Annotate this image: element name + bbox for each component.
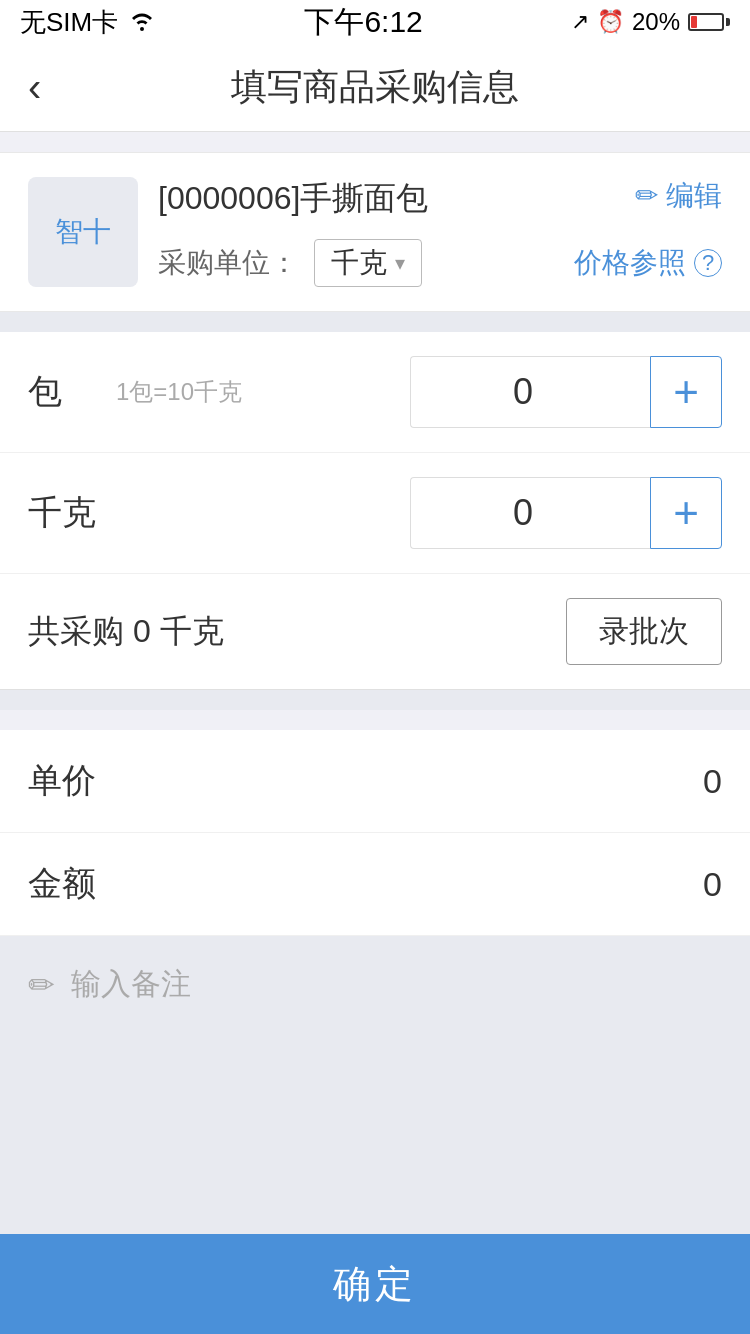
unit-select[interactable]: 千克 ▾ bbox=[314, 239, 422, 287]
amount-row: 金额 0 bbox=[0, 833, 750, 936]
qty-input-bao[interactable] bbox=[410, 356, 650, 428]
product-thumb-text: 智十 bbox=[55, 215, 111, 249]
unit-price-value: 0 bbox=[703, 762, 722, 801]
qty-plus-kg[interactable]: + bbox=[650, 477, 722, 549]
price-ref-link[interactable]: 价格参照 ? bbox=[574, 244, 722, 282]
status-left: 无SIM卡 bbox=[20, 5, 156, 40]
carrier-label: 无SIM卡 bbox=[20, 5, 118, 40]
price-ref-help-icon: ? bbox=[694, 249, 722, 277]
status-time: 下午6:12 bbox=[304, 2, 422, 43]
edit-button[interactable]: ✏ 编辑 bbox=[635, 177, 722, 215]
notes-icon: ✏ bbox=[28, 966, 55, 1004]
quantity-section: 包 1包=10千克 + 千克 + bbox=[0, 332, 750, 574]
back-button[interactable]: ‹ bbox=[28, 65, 41, 110]
page-title: 填写商品采购信息 bbox=[231, 63, 519, 112]
qty-input-kg[interactable] bbox=[410, 477, 650, 549]
quantity-row-kg: 千克 + bbox=[0, 453, 750, 574]
quantity-row-bao: 包 1包=10千克 + bbox=[0, 332, 750, 453]
unit-value: 千克 bbox=[331, 244, 387, 282]
qty-label-kg: 千克 bbox=[28, 490, 108, 536]
product-card: 智十 [0000006]手撕面包 采购单位： 千克 ▾ 价格参照 ? ✏ 编辑 bbox=[0, 152, 750, 312]
unit-price-label: 单价 bbox=[28, 758, 96, 804]
status-bar: 无SIM卡 下午6:12 ↗ ⏰ 20% bbox=[0, 0, 750, 44]
location-icon: ↗ bbox=[571, 9, 589, 35]
qty-input-group-bao: + bbox=[410, 356, 722, 428]
total-label: 共采购 0 千克 bbox=[28, 610, 224, 654]
alarm-icon: ⏰ bbox=[597, 9, 624, 35]
status-right: ↗ ⏰ 20% bbox=[571, 8, 730, 36]
price-ref-label: 价格参照 bbox=[574, 244, 686, 282]
qty-plus-bao[interactable]: + bbox=[650, 356, 722, 428]
product-thumbnail: 智十 bbox=[28, 177, 138, 287]
confirm-button[interactable]: 确定 bbox=[0, 1234, 750, 1334]
section-divider-2 bbox=[0, 690, 750, 710]
unit-price-row: 单价 0 bbox=[0, 730, 750, 833]
product-unit-row: 采购单位： 千克 ▾ 价格参照 ? bbox=[158, 239, 722, 287]
section-divider-1 bbox=[0, 312, 750, 332]
battery-pct-label: 20% bbox=[632, 8, 680, 36]
total-row: 共采购 0 千克 录批次 bbox=[0, 574, 750, 690]
notes-placeholder: 输入备注 bbox=[71, 964, 191, 1005]
amount-value: 0 bbox=[703, 865, 722, 904]
unit-arrow: ▾ bbox=[395, 251, 405, 275]
batch-button[interactable]: 录批次 bbox=[566, 598, 722, 665]
qty-sublabel-bao: 1包=10千克 bbox=[116, 376, 242, 408]
notes-section[interactable]: ✏ 输入备注 bbox=[0, 936, 750, 1033]
amount-label: 金额 bbox=[28, 861, 96, 907]
battery-icon bbox=[688, 13, 730, 31]
price-section: 单价 0 金额 0 bbox=[0, 730, 750, 936]
qty-input-group-kg: + bbox=[410, 477, 722, 549]
wifi-icon bbox=[128, 7, 156, 38]
qty-label-bao: 包 bbox=[28, 369, 108, 415]
nav-bar: ‹ 填写商品采购信息 bbox=[0, 44, 750, 132]
unit-label: 采购单位： bbox=[158, 244, 298, 282]
